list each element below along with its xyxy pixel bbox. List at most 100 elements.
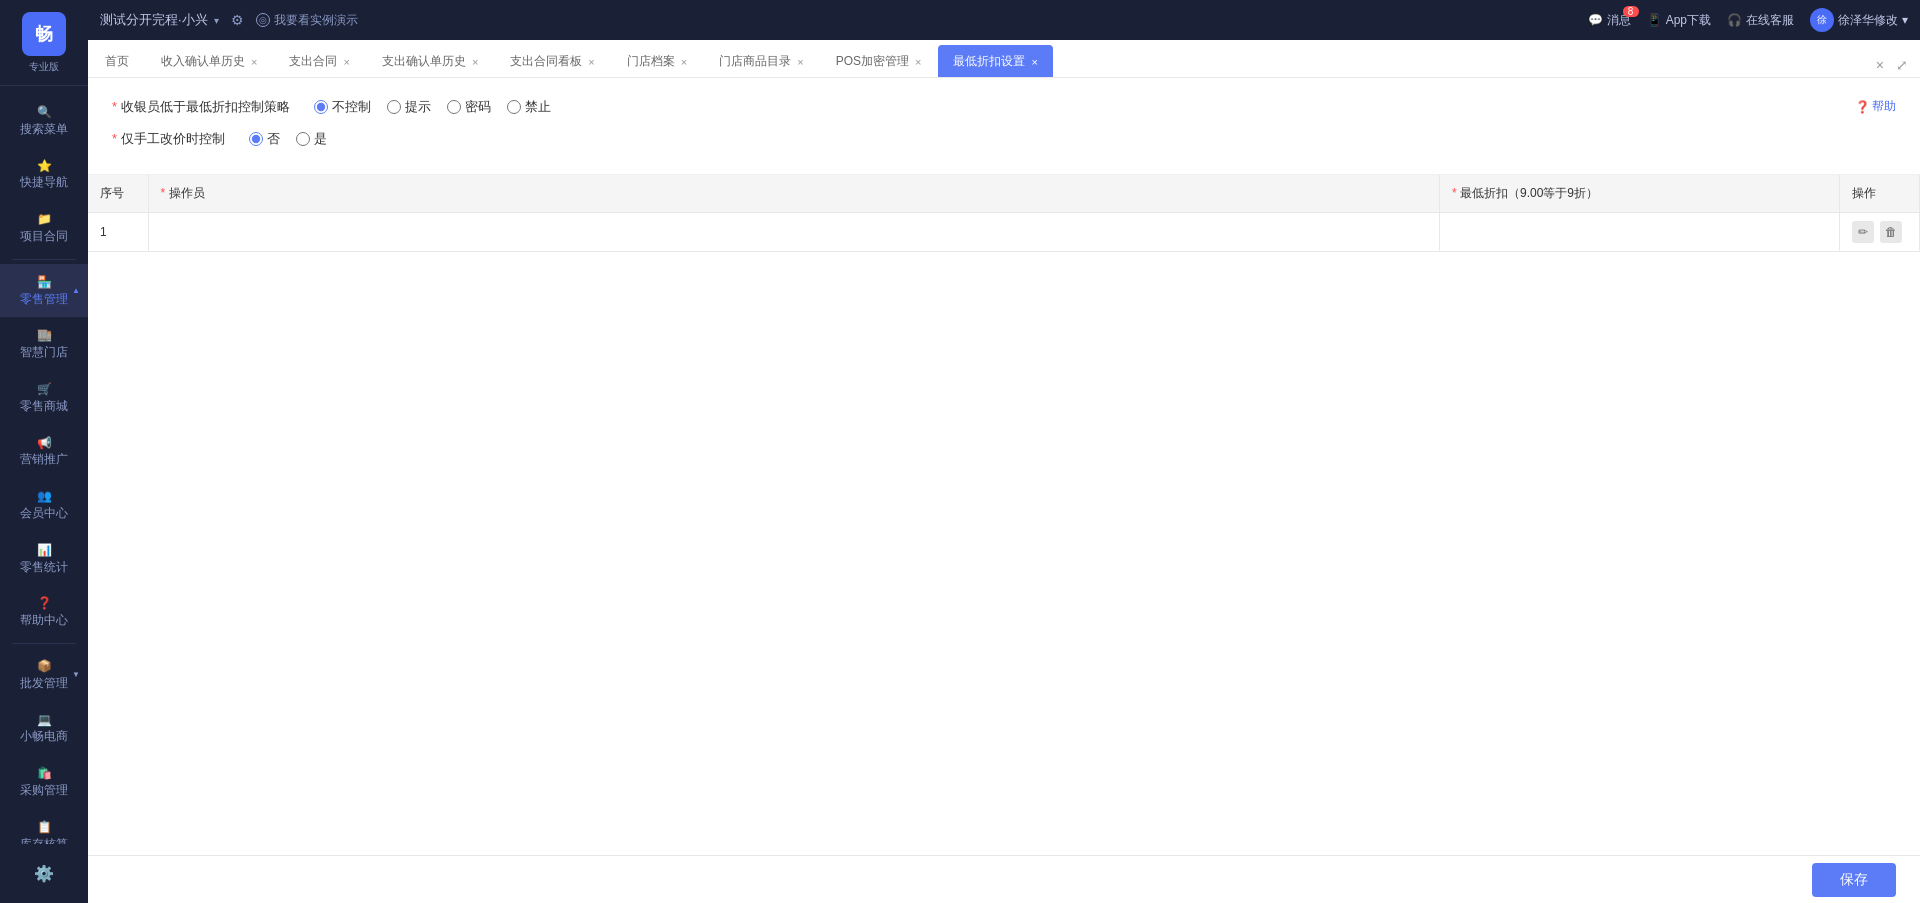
sidebar-item-help[interactable]: ❓ 帮助中心 bbox=[0, 585, 88, 639]
tab-store-goods[interactable]: 门店商品目录 × bbox=[704, 45, 818, 77]
tab-pos-password-close[interactable]: × bbox=[915, 56, 921, 68]
sidebar-item-retail[interactable]: 🏪 零售管理 bbox=[0, 264, 88, 318]
col-header-discount-text: 最低折扣（9.00等于9折） bbox=[1460, 186, 1598, 200]
sidebar-item-member[interactable]: 👥 会员中心 bbox=[0, 478, 88, 532]
cell-action: ✏ 🗑 bbox=[1840, 213, 1920, 252]
service-icon: 🎧 bbox=[1727, 13, 1742, 27]
col-header-seq: 序号 bbox=[88, 175, 148, 213]
tab-store-archive-label: 门店档案 bbox=[627, 53, 675, 70]
sidebar-item-search[interactable]: 🔍 搜索菜单 bbox=[0, 94, 88, 148]
tab-payment-board-close[interactable]: × bbox=[588, 56, 594, 68]
folder-icon: 📁 bbox=[37, 211, 52, 228]
radio-prompt-label: 提示 bbox=[405, 98, 431, 116]
radio-no-label: 否 bbox=[267, 130, 280, 148]
radio-ban[interactable]: 禁止 bbox=[507, 98, 551, 116]
tab-pos-password[interactable]: POS加密管理 × bbox=[821, 45, 937, 77]
save-button[interactable]: 保存 bbox=[1812, 863, 1896, 897]
tab-payment[interactable]: 支出合同 × bbox=[274, 45, 364, 77]
tab-payment-board[interactable]: 支出合同看板 × bbox=[495, 45, 609, 77]
col-header-discount: * 最低折扣（9.00等于9折） bbox=[1440, 175, 1840, 213]
sidebar: 畅 专业版 🔍 搜索菜单 ⭐ 快捷导航 📁 项目合同 🏪 零售管理 🏬 智慧门店… bbox=[0, 0, 88, 903]
tab-payment-confirm[interactable]: 支出确认单历史 × bbox=[367, 45, 493, 77]
user-menu[interactable]: 徐 徐泽华修改 ▾ bbox=[1810, 8, 1908, 32]
notification-button[interactable]: 💬 消息 8 bbox=[1588, 12, 1631, 29]
tab-min-discount[interactable]: 最低折扣设置 × bbox=[938, 45, 1052, 77]
col-header-operator-text: 操作员 bbox=[169, 186, 205, 200]
help-question-icon: ❓ bbox=[1855, 100, 1870, 114]
radio-no-control-label: 不控制 bbox=[332, 98, 371, 116]
purchase-icon: 🛍️ bbox=[37, 765, 52, 782]
tabs-bar: 首页 收入确认单历史 × 支出合同 × 支出确认单历史 × 支出合同看板 × 门… bbox=[88, 40, 1920, 78]
table-body: 1 ✏ 🗑 bbox=[88, 213, 1920, 252]
radio-ban-label: 禁止 bbox=[525, 98, 551, 116]
radio-yes-input[interactable] bbox=[296, 132, 310, 146]
manual-price-row: 仅手工改价时控制 否 是 bbox=[112, 130, 1896, 148]
sidebar-item-batch[interactable]: 📦 批发管理 bbox=[0, 648, 88, 702]
tab-min-discount-close[interactable]: × bbox=[1031, 56, 1037, 68]
tab-store-archive[interactable]: 门店档案 × bbox=[612, 45, 702, 77]
edit-icon[interactable]: ✏ bbox=[1852, 221, 1874, 243]
sidebar-divider bbox=[12, 259, 76, 260]
table-row: 1 ✏ 🗑 bbox=[88, 213, 1920, 252]
delete-icon[interactable]: 🗑 bbox=[1880, 221, 1902, 243]
app-download-button[interactable]: 📱 App下载 bbox=[1647, 12, 1711, 29]
search-icon: 🔍 bbox=[37, 104, 52, 121]
radio-no[interactable]: 否 bbox=[249, 130, 280, 148]
sidebar-divider2 bbox=[12, 643, 76, 644]
sidebar-bottom: ⚙️ bbox=[26, 844, 62, 903]
help-icon: ❓ bbox=[37, 595, 52, 612]
sidebar-item-purchase[interactable]: 🛍️ 采购管理 bbox=[0, 755, 88, 809]
settings-button[interactable]: ⚙️ bbox=[26, 856, 62, 891]
radio-prompt[interactable]: 提示 bbox=[387, 98, 431, 116]
cell-operator bbox=[148, 213, 1440, 252]
page-content: ❓ 帮助 收银员低于最低折扣控制策略 不控制 提示 bbox=[88, 78, 1920, 903]
radio-no-control-input[interactable] bbox=[314, 100, 328, 114]
page-inner: ❓ 帮助 收银员低于最低折扣控制策略 不控制 提示 bbox=[88, 78, 1920, 903]
main-area: 测试分开完程·小兴 ▾ ⚙ ◎ 我要看实例演示 💬 消息 8 📱 App下载 🎧… bbox=[88, 0, 1920, 903]
tab-income-close[interactable]: × bbox=[251, 56, 257, 68]
cell-discount bbox=[1440, 213, 1840, 252]
tab-payment-close[interactable]: × bbox=[343, 56, 349, 68]
sidebar-item-ecommerce[interactable]: 💻 小畅电商 bbox=[0, 702, 88, 756]
demo-button[interactable]: ◎ 我要看实例演示 bbox=[256, 12, 358, 29]
tabs-expand-button[interactable]: ⤢ bbox=[1892, 53, 1912, 77]
project-selector[interactable]: 测试分开完程·小兴 ▾ bbox=[100, 11, 219, 29]
sidebar-item-retail-mall[interactable]: 🛒 零售商城 bbox=[0, 371, 88, 425]
sidebar-item-smart-store[interactable]: 🏬 智慧门店 bbox=[0, 317, 88, 371]
help-link[interactable]: ❓ 帮助 bbox=[1855, 98, 1896, 115]
control-policy-label: 收银员低于最低折扣控制策略 bbox=[112, 98, 290, 116]
sidebar-item-marketing[interactable]: 📢 营销推广 bbox=[0, 425, 88, 479]
marketing-icon: 📢 bbox=[37, 435, 52, 452]
radio-no-input[interactable] bbox=[249, 132, 263, 146]
radio-password-input[interactable] bbox=[447, 100, 461, 114]
user-arrow-icon: ▾ bbox=[1902, 13, 1908, 27]
tab-payment-confirm-close[interactable]: × bbox=[472, 56, 478, 68]
batch-icon: 📦 bbox=[37, 658, 52, 675]
tab-income[interactable]: 收入确认单历史 × bbox=[146, 45, 272, 77]
tab-home[interactable]: 首页 bbox=[90, 45, 144, 77]
radio-prompt-input[interactable] bbox=[387, 100, 401, 114]
radio-password[interactable]: 密码 bbox=[447, 98, 491, 116]
sidebar-item-project-contract[interactable]: 📁 项目合同 bbox=[0, 201, 88, 255]
app-logo-text: 专业版 bbox=[29, 60, 59, 73]
user-name: 徐泽华修改 bbox=[1838, 12, 1898, 29]
topbar-settings-icon[interactable]: ⚙ bbox=[231, 12, 244, 28]
radio-yes[interactable]: 是 bbox=[296, 130, 327, 148]
app-logo-icon: 畅 bbox=[22, 12, 66, 56]
radio-no-control[interactable]: 不控制 bbox=[314, 98, 371, 116]
sidebar-item-shortcut[interactable]: ⭐ 快捷导航 bbox=[0, 148, 88, 202]
tab-pos-password-label: POS加密管理 bbox=[836, 53, 909, 70]
discount-table: 序号 * 操作员 * 最低折扣（9.00等于9折） 操作 1 bbox=[88, 175, 1920, 252]
tab-store-goods-close[interactable]: × bbox=[797, 56, 803, 68]
tab-store-archive-close[interactable]: × bbox=[681, 56, 687, 68]
radio-password-label: 密码 bbox=[465, 98, 491, 116]
topbar-right: 💬 消息 8 📱 App下载 🎧 在线客服 徐 徐泽华修改 ▾ bbox=[1588, 8, 1908, 32]
footer: 保存 bbox=[88, 855, 1920, 903]
service-label: 在线客服 bbox=[1746, 12, 1794, 29]
online-service-button[interactable]: 🎧 在线客服 bbox=[1727, 12, 1794, 29]
sidebar-item-inventory[interactable]: 📋 库存核算 bbox=[0, 809, 88, 844]
topbar: 测试分开完程·小兴 ▾ ⚙ ◎ 我要看实例演示 💬 消息 8 📱 App下载 🎧… bbox=[88, 0, 1920, 40]
sidebar-item-retail-stats[interactable]: 📊 零售统计 bbox=[0, 532, 88, 586]
radio-ban-input[interactable] bbox=[507, 100, 521, 114]
tabs-close-button[interactable]: × bbox=[1872, 53, 1888, 77]
